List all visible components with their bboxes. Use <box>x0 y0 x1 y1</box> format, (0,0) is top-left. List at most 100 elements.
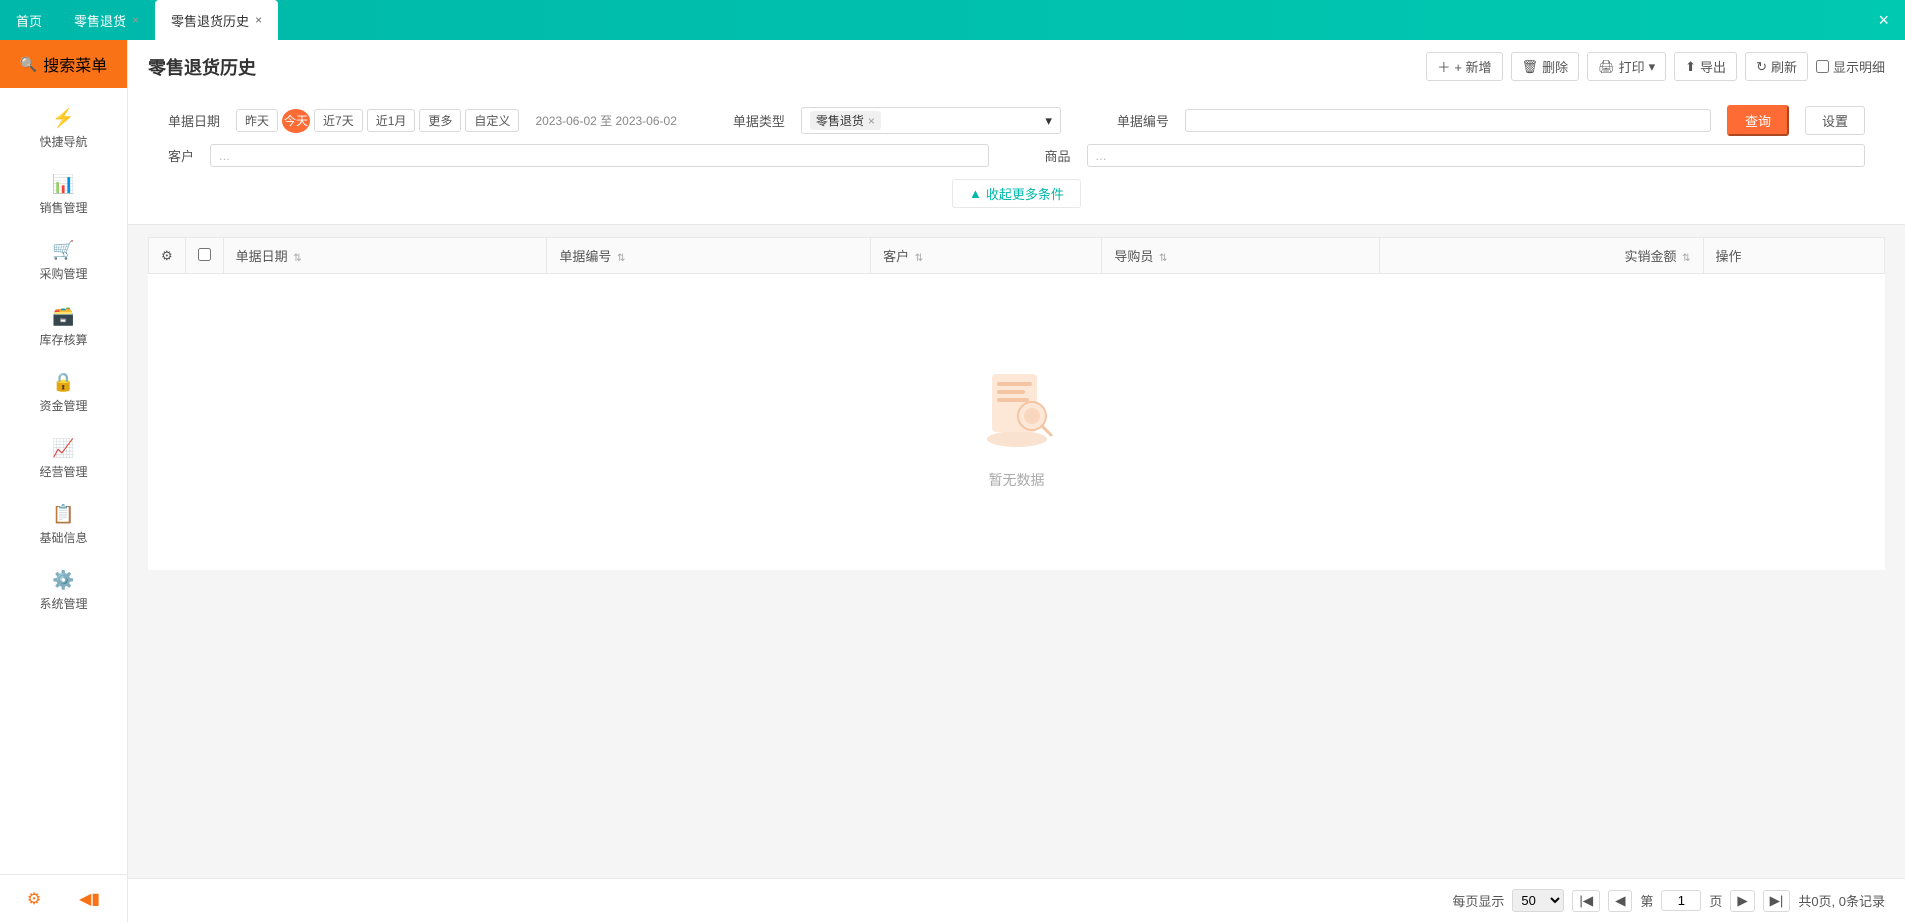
page-actions: ＋ + 新增 🗑 删除 🖨 打印 ▾ ⬆ 导出 <box>1426 52 1885 81</box>
query-label: 查询 <box>1745 114 1771 129</box>
tab-retail-return[interactable]: 零售退货 × <box>58 0 155 40</box>
search-icon: 🔍 <box>20 56 37 73</box>
page-number-input[interactable] <box>1661 890 1701 911</box>
customer-sort-icon: ⇅ <box>915 253 923 264</box>
doc-no-input[interactable] <box>1185 109 1711 132</box>
th-customer-label: 客户 <box>883 249 909 264</box>
date-btn-custom[interactable]: 自定义 <box>465 109 519 132</box>
delete-icon: 🗑 <box>1522 59 1539 75</box>
show-detail-label: 显示明细 <box>1833 57 1885 76</box>
page-title-row: 零售退货历史 ＋ + 新增 🗑 删除 🖨 打印 ▾ <box>148 52 1885 81</box>
sidebar-item-finance[interactable]: 🔒 资金管理 <box>0 360 127 426</box>
date-filter-label: 单据日期 <box>168 111 220 130</box>
refresh-label: 刷新 <box>1771 57 1797 76</box>
goods-input[interactable]: ... <box>1087 144 1865 167</box>
page-prefix-label: 第 <box>1640 891 1653 910</box>
show-detail-checkbox-label[interactable]: 显示明细 <box>1816 57 1885 76</box>
export-label: 导出 <box>1700 57 1726 76</box>
empty-icon <box>967 354 1067 454</box>
print-label: 打印 <box>1619 57 1645 76</box>
add-button[interactable]: ＋ + 新增 <box>1426 52 1502 81</box>
sidebar-speaker-btn[interactable]: ◀▮ <box>79 889 100 909</box>
sidebar-footer: ⚙ ◀▮ <box>0 874 127 922</box>
sidebar-item-purchase-mgmt[interactable]: 🛒 采购管理 <box>0 228 127 294</box>
per-page-label: 每页显示 <box>1452 891 1504 910</box>
doc-type-chevron-icon: ▾ <box>1045 113 1052 129</box>
sidebar-item-sales-mgmt[interactable]: 📊 销售管理 <box>0 162 127 228</box>
th-customer[interactable]: 客户 ⇅ <box>871 238 1102 274</box>
doc-type-tag-close[interactable]: × <box>868 114 875 128</box>
customer-input[interactable]: ... <box>210 144 988 167</box>
date-btn-7days[interactable]: 近7天 <box>314 109 363 132</box>
th-guide-label: 导购员 <box>1114 249 1153 264</box>
tab-home[interactable]: 首页 <box>0 0 58 40</box>
th-guide[interactable]: 导购员 ⇅ <box>1102 238 1379 274</box>
purchase-icon: 🛒 <box>52 240 74 261</box>
th-doc-date[interactable]: 单据日期 ⇅ <box>223 238 547 274</box>
th-actions-label: 操作 <box>1716 249 1742 264</box>
tab-home-label: 首页 <box>16 11 42 30</box>
date-btn-more[interactable]: 更多 <box>419 109 461 132</box>
basic-info-icon: 📋 <box>52 504 74 525</box>
operations-icon: 📈 <box>52 438 74 459</box>
sidebar-item-quick-nav[interactable]: ⚡ 快捷导航 <box>0 96 127 162</box>
date-filter-btns: 昨天 今天 近7天 近1月 更多 自定义 <box>236 109 519 133</box>
date-btn-1month[interactable]: 近1月 <box>367 109 416 132</box>
table-settings-icon[interactable]: ⚙ <box>161 248 173 263</box>
export-icon: ⬆ <box>1685 59 1696 75</box>
add-icon: ＋ <box>1437 57 1450 76</box>
th-checkbox[interactable] <box>185 238 223 274</box>
collapse-filter-button[interactable]: ▲ 收起更多条件 <box>952 179 1081 208</box>
date-btn-today[interactable]: 今天 <box>282 109 310 133</box>
th-doc-date-label: 单据日期 <box>236 249 288 264</box>
th-doc-no-label: 单据编号 <box>559 249 611 264</box>
prev-page-btn[interactable]: ◀ <box>1608 890 1632 912</box>
tab-retail-return-history[interactable]: 零售退货历史 × <box>155 0 278 40</box>
th-doc-no[interactable]: 单据编号 ⇅ <box>547 238 871 274</box>
th-amount[interactable]: 实销金额 ⇅ <box>1379 238 1703 274</box>
refresh-button[interactable]: ↻ 刷新 <box>1745 52 1808 81</box>
quick-nav-icon: ⚡ <box>52 108 74 129</box>
filter-area: 单据日期 昨天 今天 近7天 近1月 更多 自定义 2023-06-02 至 2… <box>148 93 1885 224</box>
export-button[interactable]: ⬆ 导出 <box>1674 52 1737 81</box>
inventory-icon: 🗃️ <box>52 306 74 327</box>
sidebar-settings-btn[interactable]: ⚙ <box>27 889 41 909</box>
sidebar-item-basic-info[interactable]: 📋 基础信息 <box>0 492 127 558</box>
sidebar-item-system-mgmt[interactable]: ⚙️ 系统管理 <box>0 558 127 624</box>
window-close-button[interactable]: × <box>1862 10 1905 31</box>
first-page-btn[interactable]: |◀ <box>1572 890 1600 912</box>
tab-retail-return-close[interactable]: × <box>132 13 139 27</box>
customer-label: 客户 <box>168 146 194 165</box>
sidebar-item-finance-label: 资金管理 <box>39 397 87 414</box>
doc-date-sort-icon: ⇅ <box>293 253 301 264</box>
delete-button[interactable]: 🗑 删除 <box>1511 52 1580 81</box>
th-settings[interactable]: ⚙ <box>149 238 186 274</box>
tab-retail-return-history-close[interactable]: × <box>255 13 262 27</box>
settings-button[interactable]: 设置 <box>1805 106 1865 135</box>
show-detail-checkbox[interactable] <box>1816 60 1829 73</box>
print-button[interactable]: 🖨 打印 ▾ <box>1587 52 1666 81</box>
page-suffix-label: 页 <box>1709 891 1722 910</box>
date-range-display: 2023-06-02 至 2023-06-02 <box>535 112 676 129</box>
date-btn-yesterday[interactable]: 昨天 <box>236 109 278 132</box>
customer-placeholder-text: ... <box>219 148 230 163</box>
collapse-arrow-icon: ▲ <box>969 186 982 201</box>
sidebar-item-operations[interactable]: 📈 经营管理 <box>0 426 127 492</box>
tab-list: 首页 零售退货 × 零售退货历史 × <box>0 0 1862 40</box>
doc-type-select[interactable]: 零售退货 × ▾ <box>801 107 1061 134</box>
per-page-select[interactable]: 50 10 20 100 <box>1512 889 1564 912</box>
next-page-btn[interactable]: ▶ <box>1730 890 1754 912</box>
doc-no-sort-icon: ⇅ <box>617 253 625 264</box>
print-icon: 🖨 <box>1598 59 1615 75</box>
query-button[interactable]: 查询 <box>1727 105 1789 136</box>
select-all-checkbox[interactable] <box>198 248 211 261</box>
table-header-row: ⚙ 单据日期 ⇅ 单据编号 ⇅ <box>149 238 1885 274</box>
refresh-icon: ↻ <box>1756 59 1767 75</box>
sidebar-search[interactable]: 🔍 搜索菜单 <box>0 40 127 88</box>
sidebar-item-purchase-mgmt-label: 采购管理 <box>39 265 87 282</box>
sidebar-item-quick-nav-label: 快捷导航 <box>39 133 87 150</box>
sidebar-item-inventory[interactable]: 🗃️ 库存核算 <box>0 294 127 360</box>
sales-icon: 📊 <box>52 174 74 195</box>
collapse-label: 收起更多条件 <box>986 184 1064 203</box>
last-page-btn[interactable]: ▶| <box>1763 890 1791 912</box>
